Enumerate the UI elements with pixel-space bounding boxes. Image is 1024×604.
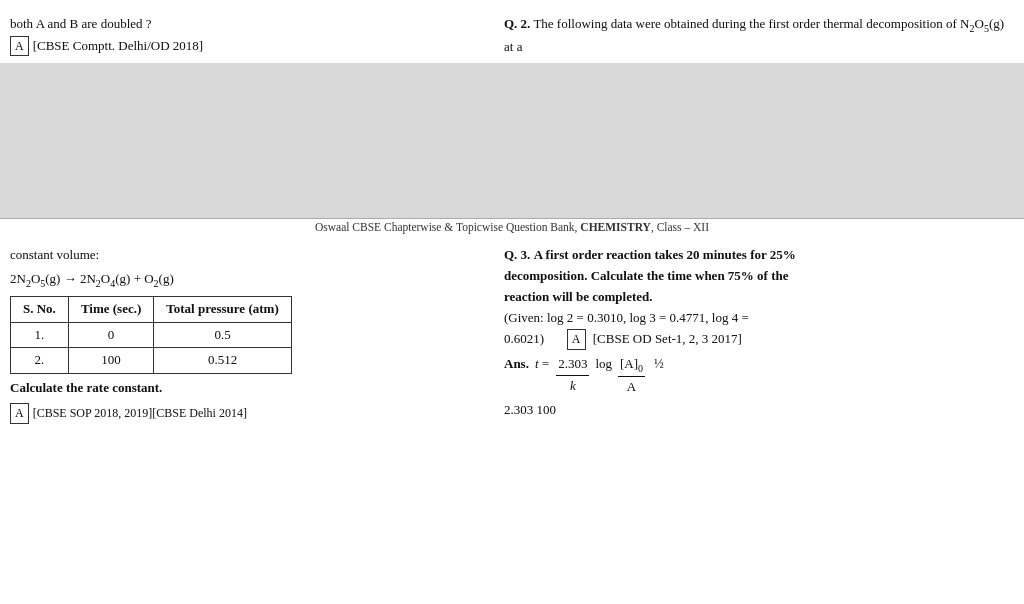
cbse-reference-top: A [CBSE Comptt. Delhi/OD 2018]	[10, 36, 480, 56]
conc-denominator: A	[625, 377, 638, 398]
table-row: 1. 0 0.5	[11, 322, 292, 348]
box-a-icon-2: A	[10, 403, 29, 424]
question-number-3: Q. 3.	[504, 247, 530, 262]
ans-label: Ans.	[504, 354, 529, 375]
bottom-left-column: constant volume: 2N2O5(g) → 2N2O4(g) + O…	[0, 241, 490, 428]
top-section: both A and B are doubled ? A [CBSE Compt…	[0, 0, 1024, 63]
question-2-text: The following data were obtained during …	[533, 16, 969, 31]
q3-given: (Given: log 2 = 0.3010, log 3 = 0.4771, …	[504, 310, 749, 325]
text-o: O	[975, 16, 984, 31]
gray-content-area	[0, 63, 1024, 218]
calculate-label: Calculate the rate constant.	[10, 378, 480, 399]
q3-given-2: 0.6021)	[504, 331, 544, 346]
table-cell-pressure-1: 0.5	[154, 322, 291, 348]
table-row: 2. 100 0.512	[11, 348, 292, 374]
fraction-denominator: k	[568, 376, 578, 397]
table-cell-time-1: 0	[68, 322, 153, 348]
half-mark: ½	[654, 354, 664, 375]
q3-text-1: A first order reaction takes 20 minutes …	[534, 247, 796, 262]
fraction-2303-k: 2.303 k	[556, 354, 589, 397]
reaction-equation: 2N2O5(g) → 2N2O4(g) + O2(g)	[10, 269, 480, 292]
bottom-right-column: Q. 3. A first order reaction takes 20 mi…	[490, 241, 1024, 428]
box-a-icon-3: A	[567, 329, 586, 350]
cbse-ref-bottom-left: A [CBSE SOP 2018, 2019][CBSE Delhi 2014]	[10, 403, 480, 424]
fraction-numerator: 2.303	[556, 354, 589, 376]
table-cell-sno-1: 1.	[11, 322, 69, 348]
question-number-2: Q. 2.	[504, 16, 530, 31]
q3-cbse-ref: [CBSE OD Set-1, 2, 3 2017]	[593, 331, 742, 346]
footer-text-suffix: , Class – XII	[651, 221, 709, 233]
fraction-conc: [A]0 A	[618, 354, 645, 398]
constant-volume-label: constant volume:	[10, 245, 480, 266]
cbse-ref-text-2: [CBSE SOP 2018, 2019][CBSE Delhi 2014]	[33, 404, 247, 423]
q3-text-3: reaction will be completed.	[504, 289, 653, 304]
answer-row: Ans. t = 2.303 k log [A]0 A ½	[504, 354, 1014, 398]
table-cell-time-2: 100	[68, 348, 153, 374]
cbse-ref-text: [CBSE Comptt. Delhi/OD 2018]	[33, 36, 203, 56]
page-container: both A and B are doubled ? A [CBSE Compt…	[0, 0, 1024, 604]
bottom-section: constant volume: 2N2O5(g) → 2N2O4(g) + O…	[0, 235, 1024, 428]
top-right-column: Q. 2. The following data were obtained d…	[490, 8, 1024, 63]
data-table: S. No. Time (sec.) Total pressure (atm) …	[10, 296, 292, 374]
table-header-sno: S. No.	[11, 296, 69, 322]
table-cell-pressure-2: 0.512	[154, 348, 291, 374]
question-text-top: both A and B are doubled ?	[10, 14, 480, 34]
box-a-icon: A	[10, 36, 29, 56]
conc-numerator: [A]0	[618, 354, 645, 378]
top-left-column: both A and B are doubled ? A [CBSE Compt…	[0, 8, 490, 63]
footer-text-prefix: Oswaal CBSE Chapterwise & Topicwise Ques…	[315, 221, 580, 233]
footer-attribution: Oswaal CBSE Chapterwise & Topicwise Ques…	[0, 218, 1024, 235]
table-header-pressure: Total pressure (atm)	[154, 296, 291, 322]
bottom-last-numbers: 2.303 100	[504, 400, 1014, 421]
formula-t: t =	[535, 354, 549, 375]
question-3-text: Q. 3. A first order reaction takes 20 mi…	[504, 245, 1014, 349]
log-symbol: log	[595, 354, 612, 375]
footer-subject: CHEMISTRY	[580, 221, 651, 233]
q3-text-2: decomposition. Calculate the time when 7…	[504, 268, 789, 283]
table-header-time: Time (sec.)	[68, 296, 153, 322]
table-cell-sno-2: 2.	[11, 348, 69, 374]
